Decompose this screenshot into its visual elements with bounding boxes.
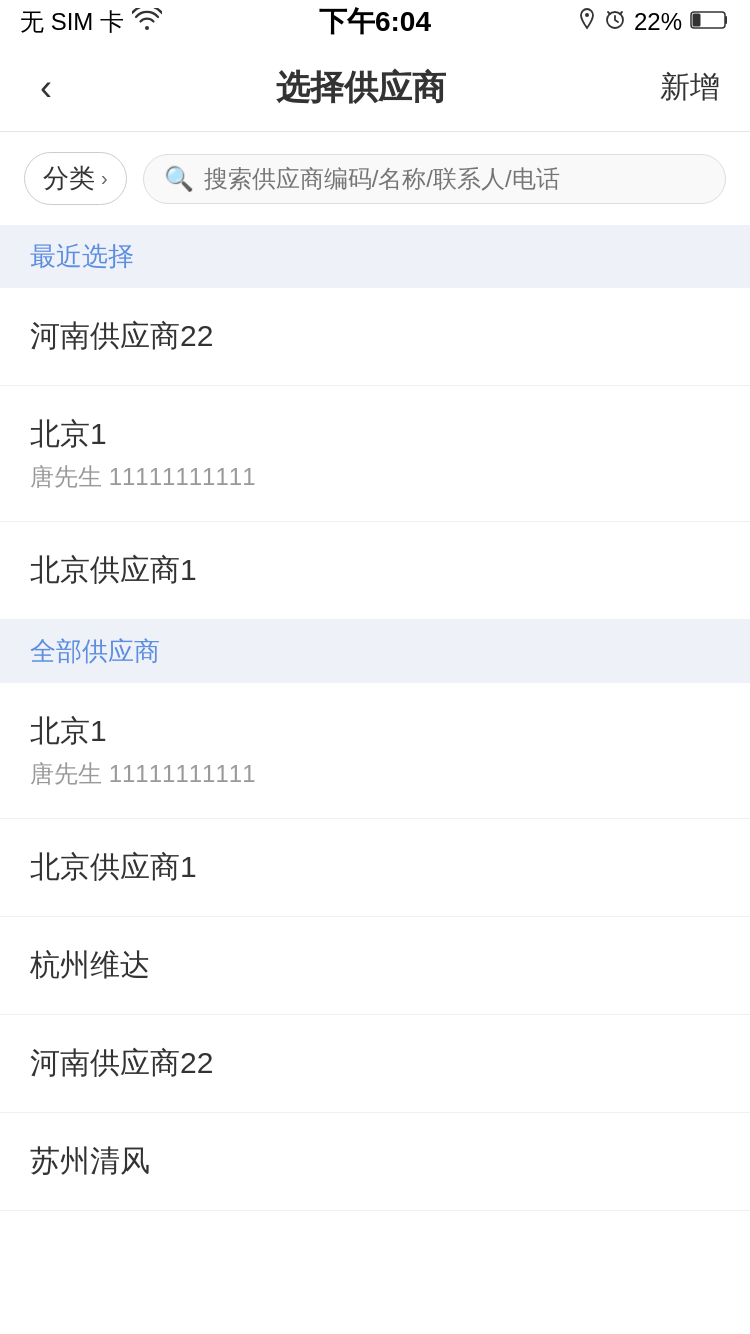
no-sim-text: 无 SIM 卡 xyxy=(20,6,124,38)
list-item[interactable]: 北京1 唐先生 11111111111 xyxy=(0,683,750,819)
item-name: 苏州清风 xyxy=(30,1141,720,1182)
item-name: 杭州维达 xyxy=(30,945,720,986)
search-icon: 🔍 xyxy=(164,165,194,193)
item-name: 北京供应商1 xyxy=(30,847,720,888)
status-right: 22% xyxy=(578,8,730,36)
battery-text: 22% xyxy=(634,8,682,36)
item-contact: 唐先生 11111111111 xyxy=(30,758,720,790)
item-contact: 唐先生 11111111111 xyxy=(30,461,720,493)
list-item[interactable]: 北京供应商1 xyxy=(0,819,750,917)
nav-title: 选择供应商 xyxy=(276,65,446,111)
category-label: 分类 xyxy=(43,161,95,196)
back-button[interactable]: ‹ xyxy=(30,57,62,119)
filter-bar: 分类 › 🔍 xyxy=(0,132,750,225)
battery-icon xyxy=(690,8,730,36)
add-button[interactable]: 新增 xyxy=(660,67,720,108)
all-section-label: 全部供应商 xyxy=(30,636,160,666)
wifi-icon xyxy=(132,8,162,36)
svg-point-0 xyxy=(585,13,589,17)
svg-rect-3 xyxy=(693,14,701,27)
list-item[interactable]: 河南供应商22 xyxy=(0,288,750,386)
all-section-header: 全部供应商 xyxy=(0,620,750,683)
all-items-list: 北京1 唐先生 11111111111 北京供应商1 杭州维达河南供应商22 苏州清风 xyxy=(0,683,750,1211)
list-item[interactable]: 杭州维达 xyxy=(0,917,750,1015)
status-left: 无 SIM 卡 xyxy=(20,6,162,38)
status-time: 下午6:04 xyxy=(319,3,431,41)
item-name: 北京1 xyxy=(30,711,720,752)
item-name: 河南供应商22 xyxy=(30,1043,720,1084)
location-icon xyxy=(578,8,596,36)
item-name: 北京1 xyxy=(30,414,720,455)
list-item[interactable]: 苏州清风 xyxy=(0,1113,750,1211)
alarm-icon xyxy=(604,8,626,36)
recent-section-header: 最近选择 xyxy=(0,225,750,288)
item-name: 河南供应商22 xyxy=(30,316,720,357)
recent-items-list: 河南供应商22 北京1 唐先生 11111111111 北京供应商1 xyxy=(0,288,750,620)
search-bar[interactable]: 🔍 xyxy=(143,154,726,204)
nav-bar: ‹ 选择供应商 新增 xyxy=(0,44,750,132)
list-item[interactable]: 河南供应商22 xyxy=(0,1015,750,1113)
list-item[interactable]: 北京供应商1 xyxy=(0,522,750,620)
search-input[interactable] xyxy=(204,165,705,193)
status-bar: 无 SIM 卡 下午6:04 22% xyxy=(0,0,750,44)
recent-section-label: 最近选择 xyxy=(30,241,134,271)
chevron-right-icon: › xyxy=(101,167,108,190)
category-filter[interactable]: 分类 › xyxy=(24,152,127,205)
list-item[interactable]: 北京1 唐先生 11111111111 xyxy=(0,386,750,522)
item-name: 北京供应商1 xyxy=(30,550,720,591)
